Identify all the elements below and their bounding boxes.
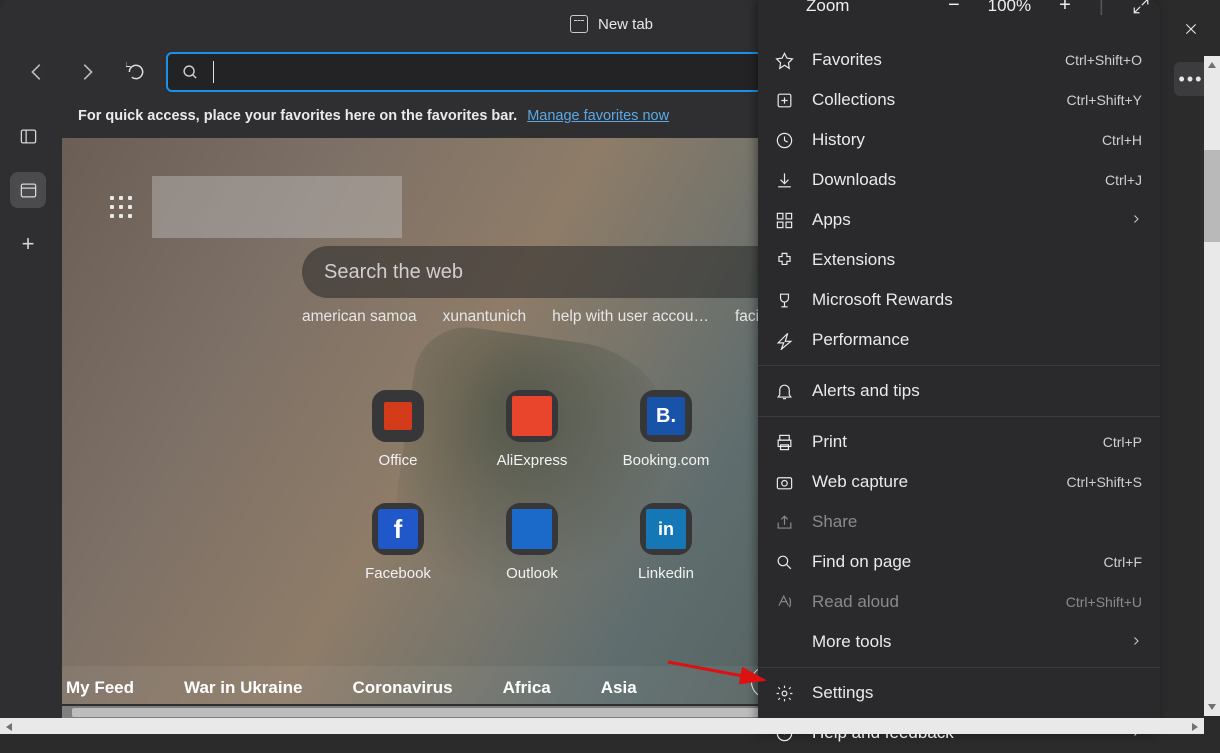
bell-icon [774,381,794,401]
find-icon [774,552,794,572]
feed-tab[interactable]: Asia [601,678,637,698]
menu-find[interactable]: Find on pageCtrl+F [758,542,1160,582]
close-button[interactable] [1178,16,1204,42]
collections-icon [774,90,794,110]
trending-item[interactable]: american samoa [302,308,417,326]
menu-separator [758,365,1160,366]
logo-placeholder [152,176,402,238]
tile-booking[interactable]: B.Booking.com [600,390,732,469]
readaloud-icon [774,592,794,612]
history-icon [774,130,794,150]
gear-icon [774,683,794,703]
new-tab-button[interactable]: + [10,226,46,262]
text-cursor [213,61,214,83]
search-web-input[interactable]: Search the web [302,246,822,298]
menu-history[interactable]: HistoryCtrl+H [758,120,1160,160]
star-icon [774,50,794,70]
settings-menu: Zoom − 100% + | FavoritesCtrl+Shift+O Co… [758,0,1160,734]
tile-outlook[interactable]: Outlook [466,503,598,582]
tile-office[interactable]: Office [332,390,464,469]
search-web-placeholder: Search the web [324,261,463,284]
tab-title: New tab [598,16,653,33]
chevron-right-icon [1130,210,1142,230]
tile-facebook[interactable]: fFacebook [332,503,464,582]
menu-downloads[interactable]: DownloadsCtrl+J [758,160,1160,200]
tile-label: AliExpress [497,452,568,469]
tile-aliexpress[interactable]: AliExpress [466,390,598,469]
menu-collections[interactable]: CollectionsCtrl+Shift+Y [758,80,1160,120]
feed-tab[interactable]: My Feed [66,678,134,698]
blank-icon [774,632,794,652]
back-button[interactable] [26,61,48,83]
zoom-row: Zoom − 100% + | [758,0,1160,34]
search-icon [182,64,199,81]
menu-alerts[interactable]: Alerts and tips [758,371,1160,411]
chevron-right-icon [1130,632,1142,652]
tab-sidebar: + [0,100,56,262]
menu-readaloud: Read aloudCtrl+Shift+U [758,582,1160,622]
fullscreen-icon[interactable] [1132,0,1150,15]
menu-moretools[interactable]: More tools [758,622,1160,662]
print-icon [774,432,794,452]
feed-tab[interactable]: Africa [503,678,551,698]
favorites-hint: For quick access, place your favorites h… [78,108,517,124]
performance-icon [774,330,794,350]
tab-actions-button[interactable] [10,118,46,154]
zoom-value: 100% [988,0,1031,16]
trending-searches: american samoa xunantunich help with use… [302,308,797,326]
trending-item[interactable]: xunantunich [443,308,527,326]
menu-webcapture[interactable]: Web captureCtrl+Shift+S [758,462,1160,502]
rewards-icon [774,290,794,310]
menu-settings[interactable]: Settings [758,673,1160,713]
apps-icon [774,210,794,230]
tile-linkedin[interactable]: inLinkedin [600,503,732,582]
menu-share: Share [758,502,1160,542]
capture-icon [774,472,794,492]
tile-label: Outlook [506,565,558,582]
tile-label: Linkedin [638,565,694,582]
menu-extensions[interactable]: Extensions [758,240,1160,280]
outer-horizontal-scrollbar[interactable] [0,718,1204,734]
menu-performance[interactable]: Performance [758,320,1160,360]
manage-favorites-link[interactable]: Manage favorites now [527,108,669,124]
vertical-tabs-button[interactable] [10,172,46,208]
outer-vertical-scrollbar[interactable] [1204,56,1220,716]
menu-separator [758,416,1160,417]
trending-item[interactable]: help with user accou… [552,308,709,326]
menu-separator [758,667,1160,668]
tile-label: Booking.com [623,452,710,469]
menu-favorites[interactable]: FavoritesCtrl+Shift+O [758,40,1160,80]
refresh-button[interactable] [126,62,146,82]
download-icon [774,170,794,190]
tile-label: Office [379,452,418,469]
more-actions-button[interactable]: ••• [1174,62,1208,96]
extensions-icon [774,250,794,270]
tab-icon [570,15,588,33]
zoom-out-button[interactable]: − [948,0,960,17]
feed-tab[interactable]: Coronavirus [352,678,452,698]
forward-button[interactable] [76,61,98,83]
zoom-label: Zoom [806,0,849,16]
menu-apps[interactable]: Apps [758,200,1160,240]
feed-tab[interactable]: War in Ukraine [184,678,302,698]
menu-rewards[interactable]: Microsoft Rewards [758,280,1160,320]
tile-label: Facebook [365,565,431,582]
menu-print[interactable]: PrintCtrl+P [758,422,1160,462]
share-icon [774,512,794,532]
zoom-in-button[interactable]: + [1059,0,1071,17]
app-launcher-icon[interactable] [110,196,138,224]
